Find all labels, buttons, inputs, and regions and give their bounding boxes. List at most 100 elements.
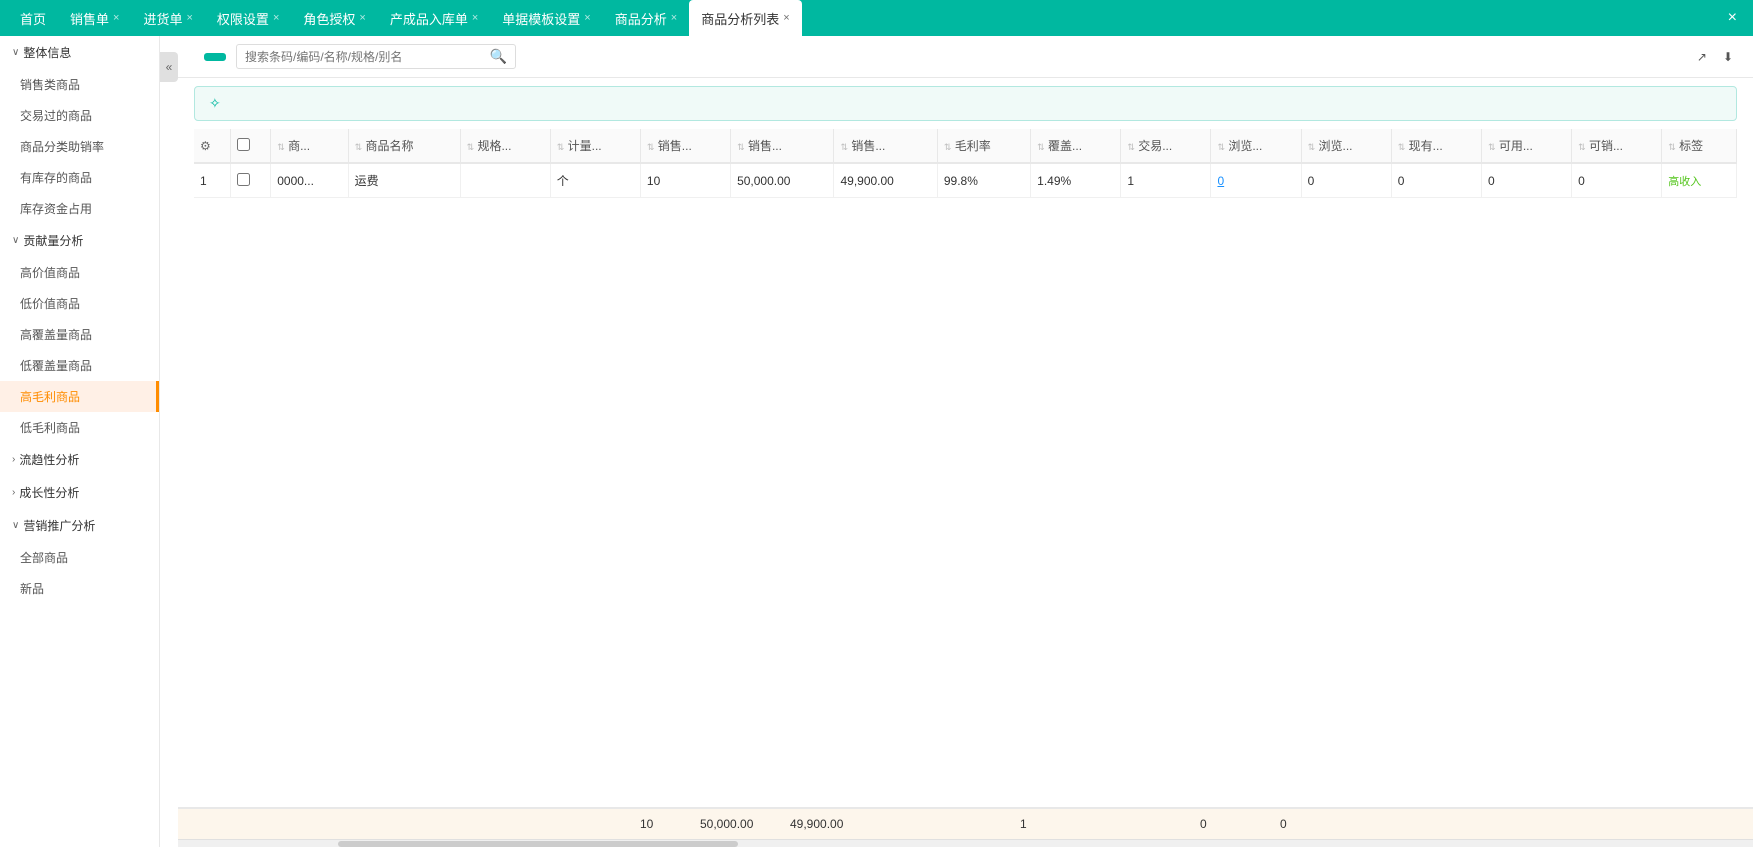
row-saleable-stock: 0 — [1572, 163, 1662, 198]
nav-item-商品分析列表[interactable]: 商品分析列表 × — [689, 0, 801, 36]
sidebar-item-低覆盖量商品[interactable]: 低覆盖量商品 — [0, 350, 159, 381]
nav-item-产成品入库单[interactable]: 产成品入库单 × — [378, 0, 490, 36]
nav-item-首页[interactable]: 首页 — [8, 0, 58, 36]
arrow-icon: ∨ — [12, 235, 19, 246]
share-button[interactable]: ↗ — [1697, 50, 1711, 64]
col-header-current_stock[interactable]: ⇅ 现有... — [1391, 129, 1481, 163]
nav-close-icon[interactable]: × — [359, 12, 365, 24]
col-header-coverage[interactable]: ⇅ 覆盖... — [1031, 129, 1121, 163]
col-header-sales_amount[interactable]: ⇅ 销售... — [731, 129, 834, 163]
sidebar-section-成长性分析[interactable]: ›成长性分析 — [0, 476, 159, 509]
arrow-icon: › — [12, 487, 15, 498]
arrow-icon: ∨ — [12, 520, 19, 531]
col-header-view1[interactable]: ⇅ 浏览... — [1211, 129, 1301, 163]
sort-icon: ⇅ — [277, 142, 285, 152]
search-input[interactable] — [245, 50, 486, 64]
scroll-thumb[interactable] — [338, 841, 738, 847]
sort-icon: ⇅ — [557, 142, 565, 152]
row-unit: 个 — [550, 163, 640, 198]
sidebar-item-全部商品[interactable]: 全部商品 — [0, 542, 159, 573]
sidebar-section-营销推广分析[interactable]: ∨营销推广分析 — [0, 509, 159, 542]
sort-icon: ⇅ — [1668, 142, 1676, 152]
row-sales-amount: 50,000.00 — [731, 163, 834, 198]
nav-item-商品分析[interactable]: 商品分析 × — [603, 0, 689, 36]
col-header-tag[interactable]: ⇅ 标签 — [1662, 129, 1737, 163]
arrow-icon: ∨ — [12, 47, 19, 58]
footer-cell — [494, 817, 574, 831]
sort-icon: ⇅ — [1217, 142, 1225, 152]
nav-close-icon[interactable]: × — [783, 12, 789, 24]
sort-icon: ⇅ — [1488, 142, 1496, 152]
footer-cell — [874, 817, 944, 831]
col-header-saleable_stock[interactable]: ⇅ 可销... — [1572, 129, 1662, 163]
footer-totals: 1050,000.0049,900.00100 — [178, 807, 1753, 839]
export-button[interactable]: ⬇ — [1723, 50, 1737, 64]
nav-item-权限设置[interactable]: 权限设置 × — [205, 0, 291, 36]
select-all-checkbox[interactable] — [237, 138, 250, 151]
col-header-available_stock[interactable]: ⇅ 可用... — [1481, 129, 1571, 163]
footer-cell: 10 — [634, 817, 694, 831]
sidebar-item-高价值商品[interactable]: 高价值商品 — [0, 257, 159, 288]
col-header-name[interactable]: ⇅ 商品名称 — [348, 129, 460, 163]
settings-icon[interactable]: ⚙ — [200, 139, 211, 153]
col-header-code[interactable]: ⇅ 商... — [271, 129, 348, 163]
sidebar-item-商品分类助销率[interactable]: 商品分类助销率 — [0, 131, 159, 162]
col-header-unit[interactable]: ⇅ 计量... — [550, 129, 640, 163]
sidebar-section-流趋性分析[interactable]: ›流趋性分析 — [0, 443, 159, 476]
row-gross-margin: 99.8% — [937, 163, 1030, 198]
row-available-stock: 0 — [1481, 163, 1571, 198]
footer-cell: 50,000.00 — [694, 817, 784, 831]
data-table: ⚙⇅ 商...⇅ 商品名称⇅ 规格...⇅ 计量...⇅ 销售...⇅ 销售..… — [194, 129, 1737, 198]
col-header-sales_cost[interactable]: ⇅ 销售... — [834, 129, 937, 163]
sidebar-section-整体信息[interactable]: ∨整体信息 — [0, 36, 159, 69]
nav-close-icon[interactable]: × — [472, 12, 478, 24]
nav-item-销售单[interactable]: 销售单 × — [58, 0, 131, 36]
col-header-sales_count[interactable]: ⇅ 销售... — [640, 129, 730, 163]
col-header-gross_margin[interactable]: ⇅ 毛利率 — [937, 129, 1030, 163]
nav-item-进货单[interactable]: 进货单 × — [131, 0, 204, 36]
sidebar-item-新品[interactable]: 新品 — [0, 573, 159, 604]
footer-cell — [1414, 817, 1474, 831]
sidebar-item-高毛利商品[interactable]: 高毛利商品 — [0, 381, 159, 412]
col-header-settings: ⚙ — [194, 129, 230, 163]
sidebar-item-库存资金占用[interactable]: 库存资金占用 — [0, 193, 159, 224]
row-tag: 高收入 — [1662, 163, 1737, 198]
table-row[interactable]: 10000...运费个1050,000.0049,900.0099.8%1.49… — [194, 163, 1737, 198]
sidebar-item-有库存的商品[interactable]: 有库存的商品 — [0, 162, 159, 193]
col-header-transaction[interactable]: ⇅ 交易... — [1121, 129, 1211, 163]
tag-label: 高收入 — [1668, 176, 1701, 188]
nav-item-单据模板设置[interactable]: 单据模板设置 × — [490, 0, 602, 36]
row-name: 运费 — [348, 163, 460, 198]
filter-recent-month-button[interactable] — [204, 53, 226, 61]
nav-close-icon[interactable]: × — [273, 12, 279, 24]
nav-close-icon[interactable]: × — [186, 12, 192, 24]
footer-cell — [1134, 817, 1194, 831]
nav-close-icon[interactable]: × — [113, 12, 119, 24]
nav-item-角色授权[interactable]: 角色授权 × — [291, 0, 377, 36]
sidebar-item-低毛利商品[interactable]: 低毛利商品 — [0, 412, 159, 443]
info-banner: ✧ — [194, 86, 1737, 121]
col-header-spec[interactable]: ⇅ 规格... — [460, 129, 550, 163]
footer-cell — [944, 817, 1014, 831]
sort-icon: ⇅ — [647, 142, 655, 152]
sidebar-item-销售类商品[interactable]: 销售类商品 — [0, 69, 159, 100]
arrow-icon: › — [12, 454, 15, 465]
sidebar-section-贡献量分析[interactable]: ∨贡献量分析 — [0, 224, 159, 257]
window-close-button[interactable]: × — [1720, 5, 1745, 31]
sidebar-item-交易过的商品[interactable]: 交易过的商品 — [0, 100, 159, 131]
row-checkbox[interactable] — [237, 173, 250, 186]
top-navigation: 首页销售单 ×进货单 ×权限设置 ×角色授权 ×产成品入库单 ×单据模板设置 ×… — [0, 0, 1753, 36]
sidebar-collapse-button[interactable]: « — [160, 52, 178, 82]
sidebar-item-低价值商品[interactable]: 低价值商品 — [0, 288, 159, 319]
sidebar-item-高覆盖量商品[interactable]: 高覆盖量商品 — [0, 319, 159, 350]
nav-close-icon[interactable]: × — [584, 12, 590, 24]
view1-link[interactable]: 0 — [1217, 174, 1224, 188]
footer-cell: 1 — [1014, 817, 1074, 831]
info-icon: ✧ — [209, 95, 221, 112]
row-sales-cost: 49,900.00 — [834, 163, 937, 198]
nav-close-icon[interactable]: × — [671, 12, 677, 24]
col-header-view2[interactable]: ⇅ 浏览... — [1301, 129, 1391, 163]
search-icon[interactable]: 🔍 — [490, 48, 507, 65]
horizontal-scrollbar[interactable] — [178, 839, 1753, 847]
sort-icon: ⇅ — [1127, 142, 1135, 152]
